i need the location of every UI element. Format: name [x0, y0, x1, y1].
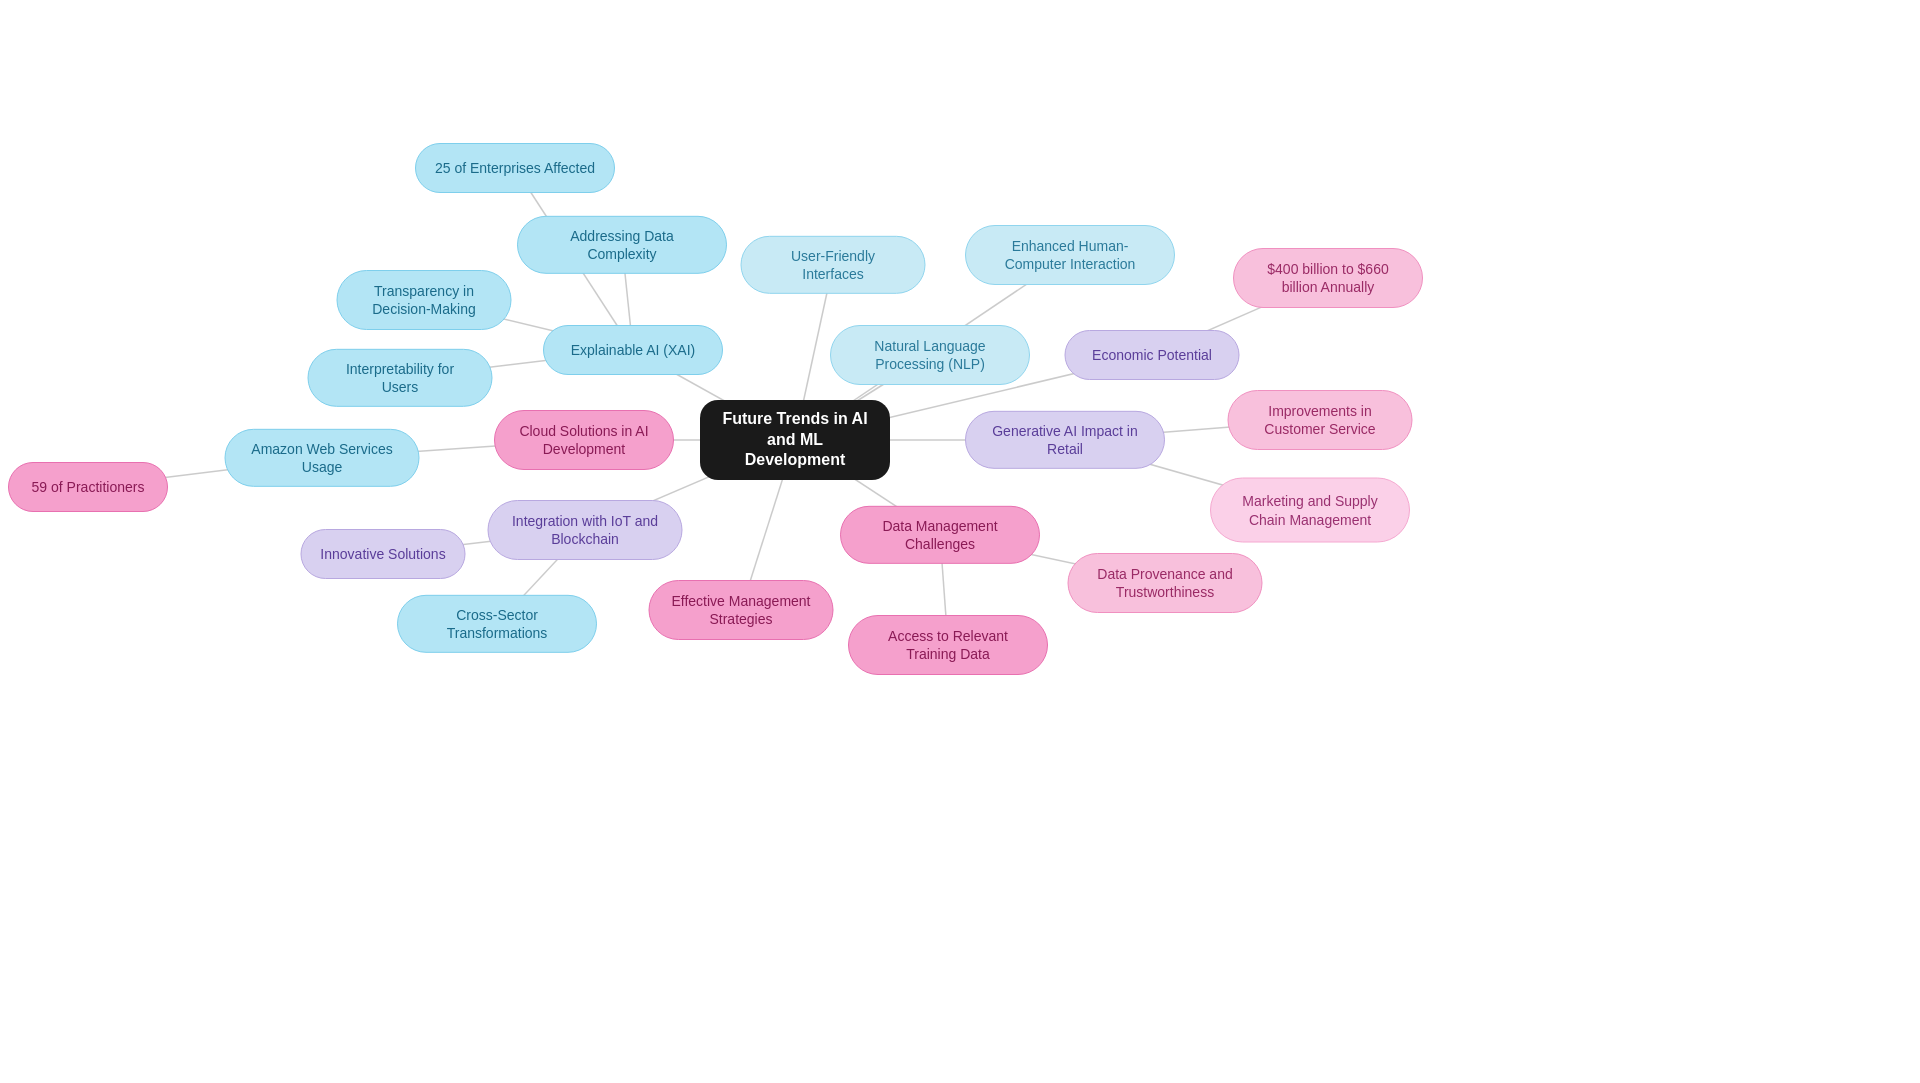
node-cloud_solutions: Cloud Solutions in AI Development [494, 410, 674, 470]
node-aws: Amazon Web Services Usage [225, 429, 420, 487]
node-generative_ai: Generative AI Impact in Retail [965, 411, 1165, 469]
node-effective_mgmt: Effective Management Strategies [649, 580, 834, 640]
node-400billion: $400 billion to $660 billion Annually [1233, 248, 1423, 308]
node-center: Future Trends in AI and ML Development [700, 400, 890, 480]
node-user_friendly: User-Friendly Interfaces [741, 236, 926, 294]
node-innovative: Innovative Solutions [301, 529, 466, 579]
node-marketing: Marketing and Supply Chain Management [1210, 478, 1410, 543]
node-transparency: Transparency in Decision-Making [337, 270, 512, 330]
node-data_mgmt: Data Management Challenges [840, 506, 1040, 564]
node-data_provenance: Data Provenance and Trustworthiness [1068, 553, 1263, 613]
node-enterprises: 25 of Enterprises Affected [415, 143, 615, 193]
node-practitioners: 59 of Practitioners [8, 462, 168, 512]
node-customer_service: Improvements in Customer Service [1228, 390, 1413, 450]
node-iot_blockchain: Integration with IoT and Blockchain [488, 500, 683, 560]
node-data_complexity: Addressing Data Complexity [517, 216, 727, 274]
node-training_data: Access to Relevant Training Data [848, 615, 1048, 675]
mindmap-container: Future Trends in AI and ML Development 25… [0, 0, 1920, 1083]
node-nlp: Natural Language Processing (NLP) [830, 325, 1030, 385]
node-interpretability: Interpretability for Users [308, 349, 493, 407]
node-economic: Economic Potential [1065, 330, 1240, 380]
node-cross_sector: Cross-Sector Transformations [397, 595, 597, 653]
node-xai: Explainable AI (XAI) [543, 325, 723, 375]
node-human_computer: Enhanced Human-Computer Interaction [965, 225, 1175, 285]
